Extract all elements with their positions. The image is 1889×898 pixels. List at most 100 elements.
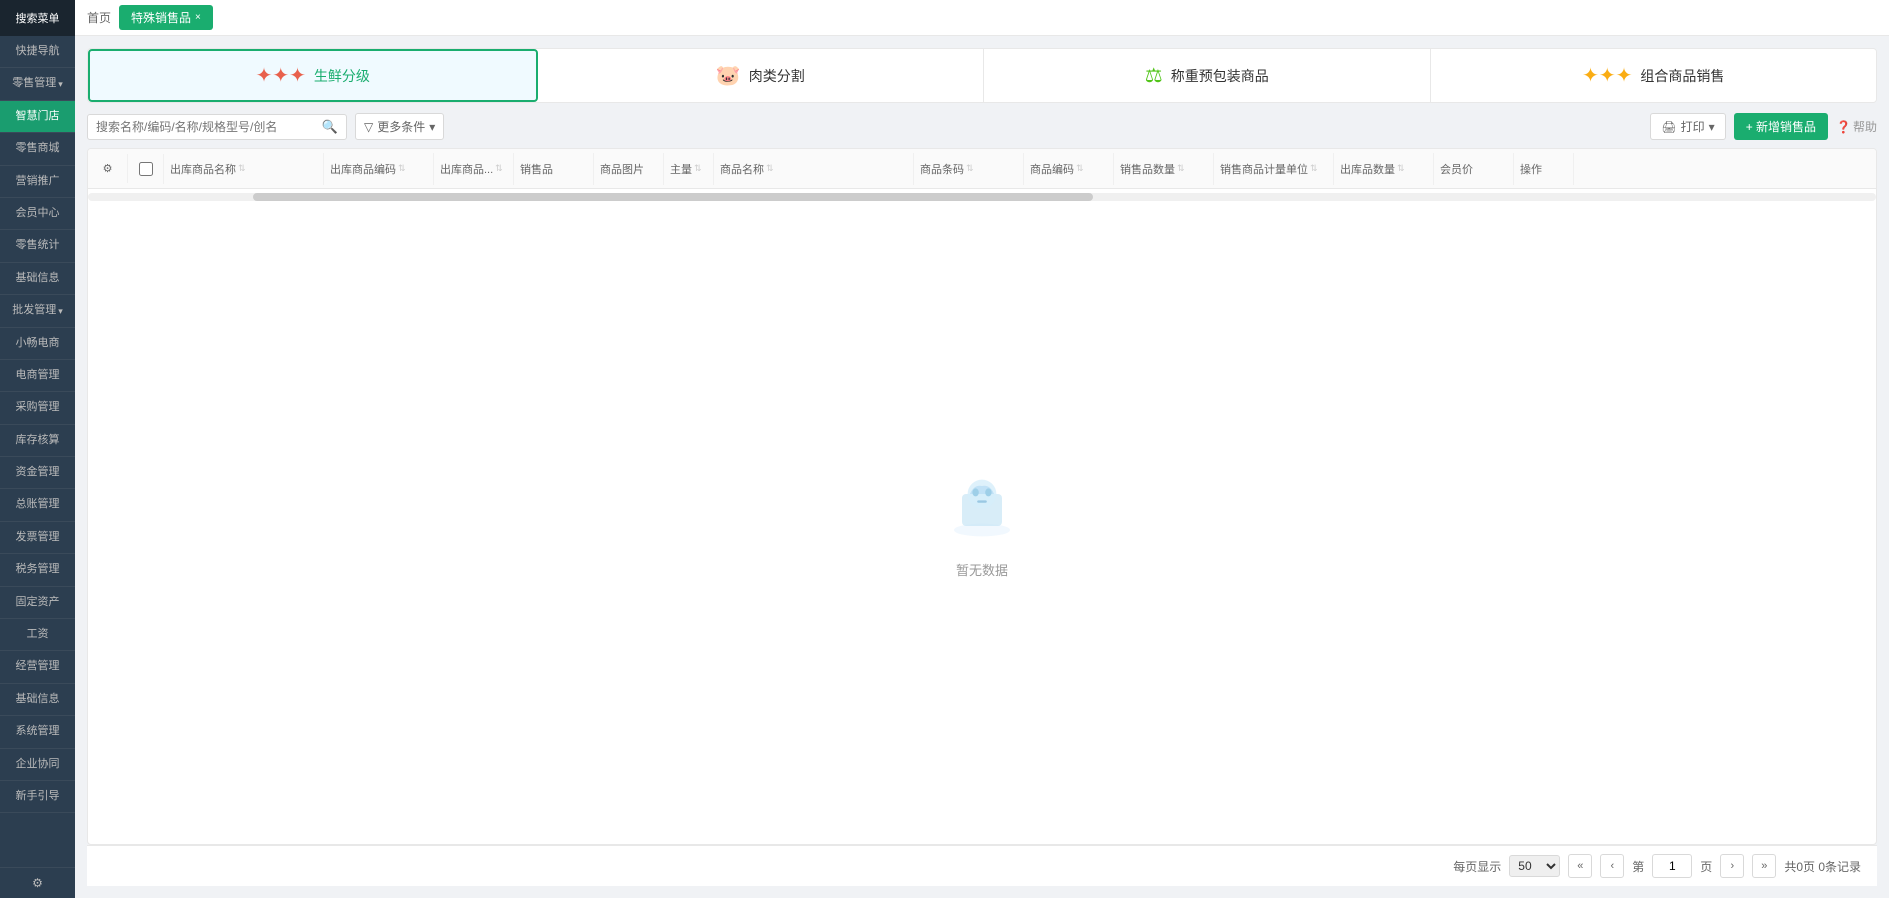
sort-icon[interactable]: ⇅ [966, 163, 974, 174]
page-label-before: 第 [1632, 858, 1644, 875]
sidebar-item-member[interactable]: 会员中心 [0, 198, 75, 230]
search-input[interactable] [96, 120, 318, 134]
first-page-button[interactable]: « [1568, 854, 1592, 878]
topbar-home[interactable]: 首页 [87, 9, 111, 26]
toolbar-left: 🔍 ▽ 更多条件 ▾ [87, 113, 444, 140]
th-product-image: 商品图片 [594, 153, 664, 185]
th-checkbox[interactable] [128, 154, 164, 184]
table-header: ⚙ 出库商品名称 ⇅ 出库商品编码 ⇅ 出库商品... ⇅ [88, 149, 1876, 189]
sidebar-item-tax[interactable]: 税务管理 [0, 554, 75, 586]
sidebar-item-basic-info1[interactable]: 基础信息 [0, 263, 75, 295]
th-sale-unit-label: 销售商品计量单位 [1220, 161, 1308, 177]
pagination: 每页显示 50 20 100 « ‹ 第 页 › » 共0页 0条记录 [87, 845, 1877, 886]
sidebar-logo[interactable]: 搜索菜单 [0, 0, 75, 36]
settings-button[interactable]: ⚙ [0, 868, 75, 898]
sidebar-item-general-ledger[interactable]: 总账管理 [0, 489, 75, 521]
current-page-input[interactable] [1652, 854, 1692, 878]
th-sale-qty: 销售品数量 ⇅ [1114, 153, 1214, 185]
sort-icon[interactable]: ⇅ [238, 163, 246, 174]
sidebar-item-retail-mall[interactable]: 零售商城 [0, 133, 75, 165]
th-outbound-name-label: 出库商品名称 [170, 161, 236, 177]
sort-icon[interactable]: ⇅ [1076, 163, 1084, 174]
tab-fresh-grading[interactable]: ✦✦✦ 生鲜分级 [88, 49, 538, 102]
sort-icon[interactable]: ⇅ [694, 163, 702, 174]
next-page-button[interactable]: › [1720, 854, 1744, 878]
chevron-down-icon: ▾ [1709, 120, 1715, 134]
last-page-button[interactable]: » [1752, 854, 1776, 878]
filter-button[interactable]: ▽ 更多条件 ▾ [355, 113, 444, 140]
per-page-label: 每页显示 [1453, 858, 1501, 875]
help-icon: ❓ [1836, 120, 1851, 134]
print-icon: 🖨 [1661, 120, 1676, 134]
th-product-image-label: 商品图片 [600, 161, 644, 177]
sidebar-item-finance[interactable]: 资金管理 [0, 457, 75, 489]
sidebar-item-business-mgmt[interactable]: 经营管理 [0, 651, 75, 683]
th-outbound-ellipsis: 出库商品... ⇅ [434, 153, 514, 185]
tab-meat-cutting[interactable]: 🐷 肉类分割 [538, 49, 985, 102]
sidebar-item-purchase[interactable]: 采购管理 [0, 392, 75, 424]
close-icon[interactable]: × [195, 12, 201, 23]
sidebar-item-retail-mgmt[interactable]: 零售管理 ▾ [0, 68, 75, 100]
sidebar-item-invoice[interactable]: 发票管理 [0, 522, 75, 554]
sort-icon[interactable]: ⇅ [495, 163, 503, 174]
sidebar-item-ecommerce-mgmt[interactable]: 电商管理 [0, 360, 75, 392]
th-sale-qty-label: 销售品数量 [1120, 161, 1175, 177]
sidebar-item-quick-nav[interactable]: 快捷导航 [0, 36, 75, 68]
th-product-name-label: 商品名称 [720, 161, 764, 177]
scale-icon: ⚖ [1145, 63, 1163, 88]
sort-icon[interactable]: ⇅ [1397, 163, 1405, 174]
th-member-price: 会员价 [1434, 153, 1514, 185]
sidebar-item-salary[interactable]: 工资 [0, 619, 75, 651]
th-product-barcode: 商品条码 ⇅ [914, 153, 1024, 185]
sidebar-item-enterprise[interactable]: 企业协同 [0, 749, 75, 781]
sidebar-item-system[interactable]: 系统管理 [0, 716, 75, 748]
sidebar-item-inventory[interactable]: 库存核算 [0, 425, 75, 457]
help-button[interactable]: ❓ 帮助 [1836, 118, 1877, 135]
page-label-after: 页 [1700, 858, 1712, 875]
th-settings[interactable]: ⚙ [88, 154, 128, 183]
tab-scale-prepack[interactable]: ⚖ 称重预包装商品 [984, 49, 1431, 102]
select-all-checkbox[interactable] [139, 162, 153, 176]
sort-icon[interactable]: ⇅ [398, 163, 406, 174]
sidebar-item-marketing[interactable]: 营销推广 [0, 166, 75, 198]
sidebar-item-retail-stats[interactable]: 零售统计 [0, 230, 75, 262]
search-icon[interactable]: 🔍 [322, 119, 338, 135]
scrollbar-thumb[interactable] [253, 193, 1093, 201]
empty-state-icon [942, 470, 1022, 550]
tab-fresh-label: 生鲜分级 [314, 66, 370, 86]
toolbar: 🔍 ▽ 更多条件 ▾ 🖨 打印 ▾ + 新增销售品 ❓ [87, 113, 1877, 140]
th-main-qty: 主量 ⇅ [664, 153, 714, 185]
sidebar-item-wholesale[interactable]: 批发管理 ▾ [0, 295, 75, 327]
sidebar-item-smart-store[interactable]: 智慧门店 [0, 101, 75, 133]
tab-combo-sales[interactable]: ✦✦✦ 组合商品销售 [1431, 49, 1877, 102]
topbar-active-tab[interactable]: 特殊销售品 × [119, 5, 213, 30]
th-outbound-qty-label: 出库品数量 [1340, 161, 1395, 177]
sidebar-bottom: ⚙ [0, 867, 75, 898]
category-tabs: ✦✦✦ 生鲜分级 🐷 肉类分割 ⚖ 称重预包装商品 ✦✦✦ 组合商品销售 [87, 48, 1877, 103]
per-page-select[interactable]: 50 20 100 [1509, 855, 1560, 877]
filter-icon: ▽ [364, 120, 373, 134]
print-button[interactable]: 🖨 打印 ▾ [1650, 113, 1725, 140]
settings-icon: ⚙ [103, 162, 113, 175]
add-label: + 新增销售品 [1746, 118, 1816, 135]
sidebar-item-fixed-assets[interactable]: 固定资产 [0, 587, 75, 619]
sidebar-item-newbie[interactable]: 新手引导 [0, 781, 75, 813]
sidebar-item-basic-info2[interactable]: 基础信息 [0, 684, 75, 716]
empty-state: 暂无数据 [942, 470, 1022, 579]
horizontal-scrollbar[interactable] [88, 193, 1876, 201]
th-sale-unit: 销售商品计量单位 ⇅ [1214, 153, 1334, 185]
sidebar-item-ecommerce-small[interactable]: 小畅电商 [0, 328, 75, 360]
filter-label: 更多条件 [377, 118, 425, 135]
sort-icon[interactable]: ⇅ [1177, 163, 1185, 174]
sort-icon[interactable]: ⇅ [766, 163, 774, 174]
search-box[interactable]: 🔍 [87, 114, 347, 140]
sort-icon[interactable]: ⇅ [1310, 163, 1318, 174]
add-button[interactable]: + 新增销售品 [1734, 113, 1828, 140]
th-sale-item-label: 销售品 [520, 161, 553, 177]
table-body: 暂无数据 [88, 205, 1876, 844]
empty-text: 暂无数据 [956, 560, 1008, 579]
th-sale-item: 销售品 [514, 153, 594, 185]
th-outbound-qty: 出库品数量 ⇅ [1334, 153, 1434, 185]
prev-page-button[interactable]: ‹ [1600, 854, 1624, 878]
topbar: 首页 特殊销售品 × [75, 0, 1889, 36]
